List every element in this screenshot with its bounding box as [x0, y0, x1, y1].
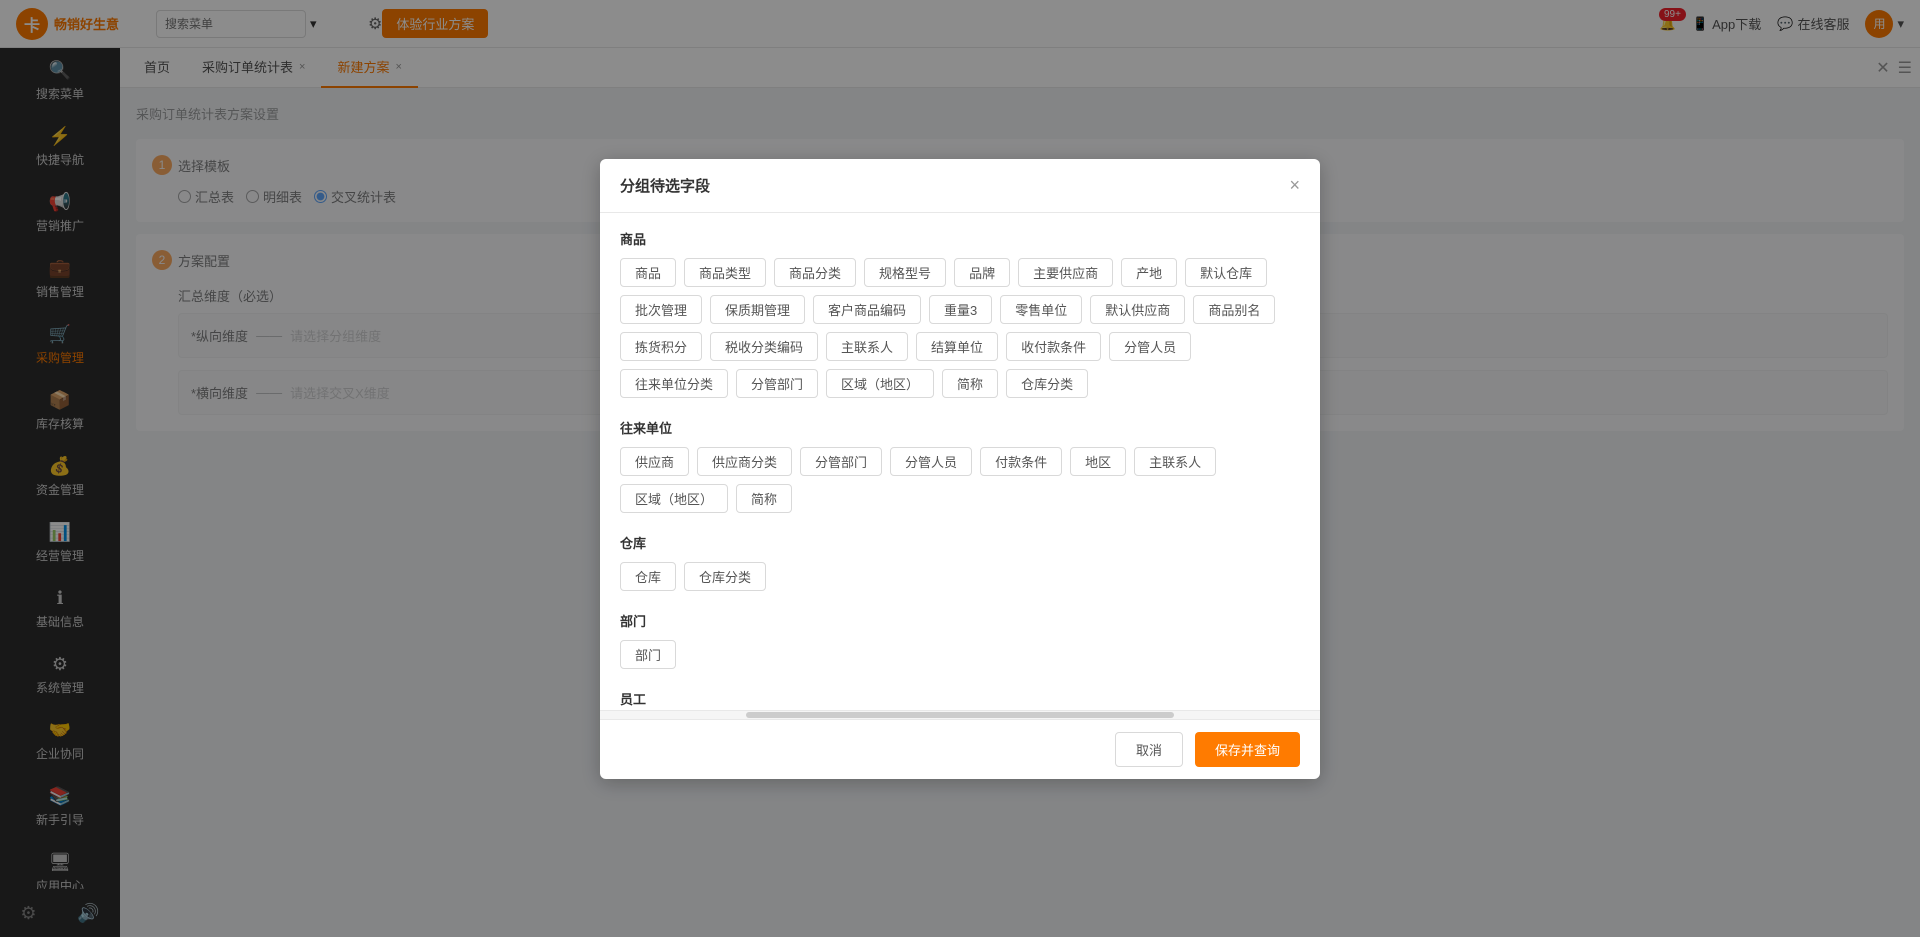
field-tag-default-supplier[interactable]: 默认供应商: [1090, 295, 1185, 324]
field-tag-customer-code[interactable]: 客户商品编码: [813, 295, 921, 324]
field-tag-region-partner[interactable]: 区域（地区）: [620, 484, 728, 513]
field-tag-payment-terms[interactable]: 收付款条件: [1006, 332, 1101, 361]
section-goods: 商品 商品 商品类型 商品分类 规格型号 品牌 主要供应商 产地 默认仓库 批次…: [620, 229, 1300, 398]
field-tag-dept-mgmt[interactable]: 分管部门: [800, 447, 882, 476]
section-goods-title: 商品: [620, 229, 1300, 248]
modal-footer: 取消 保存并查询: [600, 719, 1320, 779]
cancel-button[interactable]: 取消: [1115, 732, 1183, 767]
field-tag-tax-code[interactable]: 税收分类编码: [710, 332, 818, 361]
field-tag-person-mgmt[interactable]: 分管人员: [890, 447, 972, 476]
field-tag-dept[interactable]: 部门: [620, 640, 676, 669]
field-tag-supplier-category[interactable]: 供应商分类: [697, 447, 792, 476]
field-tag-settlement-unit[interactable]: 结算单位: [916, 332, 998, 361]
field-tag-weight[interactable]: 重量3: [929, 295, 992, 324]
field-tag-pick-points[interactable]: 拣货积分: [620, 332, 702, 361]
modal-body: 商品 商品 商品类型 商品分类 规格型号 品牌 主要供应商 产地 默认仓库 批次…: [600, 213, 1320, 710]
modal-dialog: 分组待选字段 × 商品 商品 商品类型 商品分类 规格型号 品牌 主要供应商 产…: [600, 159, 1320, 779]
field-tag-goods-alias[interactable]: 商品别名: [1193, 295, 1275, 324]
modal-close-btn[interactable]: ×: [1289, 175, 1300, 196]
modal-title: 分组待选字段: [620, 175, 710, 196]
field-tag-short-name[interactable]: 简称: [942, 369, 998, 398]
modal-overlay: 分组待选字段 × 商品 商品 商品类型 商品分类 规格型号 品牌 主要供应商 产…: [0, 0, 1920, 937]
field-tag-area[interactable]: 地区: [1070, 447, 1126, 476]
section-warehouse-title: 仓库: [620, 533, 1300, 552]
field-tag-brand[interactable]: 品牌: [954, 258, 1010, 287]
confirm-button[interactable]: 保存并查询: [1195, 732, 1300, 767]
modal-header: 分组待选字段 ×: [600, 159, 1320, 213]
field-tag-default-warehouse[interactable]: 默认仓库: [1185, 258, 1267, 287]
field-tag-spec-model[interactable]: 规格型号: [864, 258, 946, 287]
section-warehouse: 仓库 仓库 仓库分类: [620, 533, 1300, 591]
section-partner-title: 往来单位: [620, 418, 1300, 437]
field-tag-supplier[interactable]: 供应商: [620, 447, 689, 476]
field-tag-partner-category[interactable]: 往来单位分类: [620, 369, 728, 398]
field-tag-batch-mgmt[interactable]: 批次管理: [620, 295, 702, 324]
field-tag-origin[interactable]: 产地: [1121, 258, 1177, 287]
partner-field-tags: 供应商 供应商分类 分管部门 分管人员 付款条件 地区 主联系人 区域（地区） …: [620, 447, 1300, 513]
section-partner: 往来单位 供应商 供应商分类 分管部门 分管人员 付款条件 地区 主联系人 区域…: [620, 418, 1300, 513]
field-tag-short-name-partner[interactable]: 简称: [736, 484, 792, 513]
field-tag-supervisor-dept[interactable]: 分管部门: [736, 369, 818, 398]
field-tag-warehouse-category[interactable]: 仓库分类: [1006, 369, 1088, 398]
warehouse-field-tags: 仓库 仓库分类: [620, 562, 1300, 591]
field-tag-main-supplier[interactable]: 主要供应商: [1018, 258, 1113, 287]
field-tag-main-contact[interactable]: 主联系人: [826, 332, 908, 361]
field-tag-retail-unit[interactable]: 零售单位: [1000, 295, 1082, 324]
field-tag-goods-category[interactable]: 商品分类: [774, 258, 856, 287]
field-tag-goods-type[interactable]: 商品类型: [684, 258, 766, 287]
field-tag-payment-cond[interactable]: 付款条件: [980, 447, 1062, 476]
field-tag-main-contact-partner[interactable]: 主联系人: [1134, 447, 1216, 476]
field-tag-supervisor[interactable]: 分管人员: [1109, 332, 1191, 361]
section-staff-title: 员工: [620, 689, 1300, 708]
dept-field-tags: 部门: [620, 640, 1300, 669]
section-staff: 员工 业务员: [620, 689, 1300, 710]
modal-scrollbar-thumb[interactable]: [746, 712, 1173, 718]
field-tag-warehouse[interactable]: 仓库: [620, 562, 676, 591]
modal-scrollbar-track[interactable]: [600, 710, 1320, 719]
field-tag-shelf-life[interactable]: 保质期管理: [710, 295, 805, 324]
section-department: 部门 部门: [620, 611, 1300, 669]
field-tag-warehouse-type[interactable]: 仓库分类: [684, 562, 766, 591]
section-department-title: 部门: [620, 611, 1300, 630]
goods-field-tags: 商品 商品类型 商品分类 规格型号 品牌 主要供应商 产地 默认仓库 批次管理 …: [620, 258, 1300, 398]
field-tag-region[interactable]: 区域（地区）: [826, 369, 934, 398]
field-tag-goods[interactable]: 商品: [620, 258, 676, 287]
